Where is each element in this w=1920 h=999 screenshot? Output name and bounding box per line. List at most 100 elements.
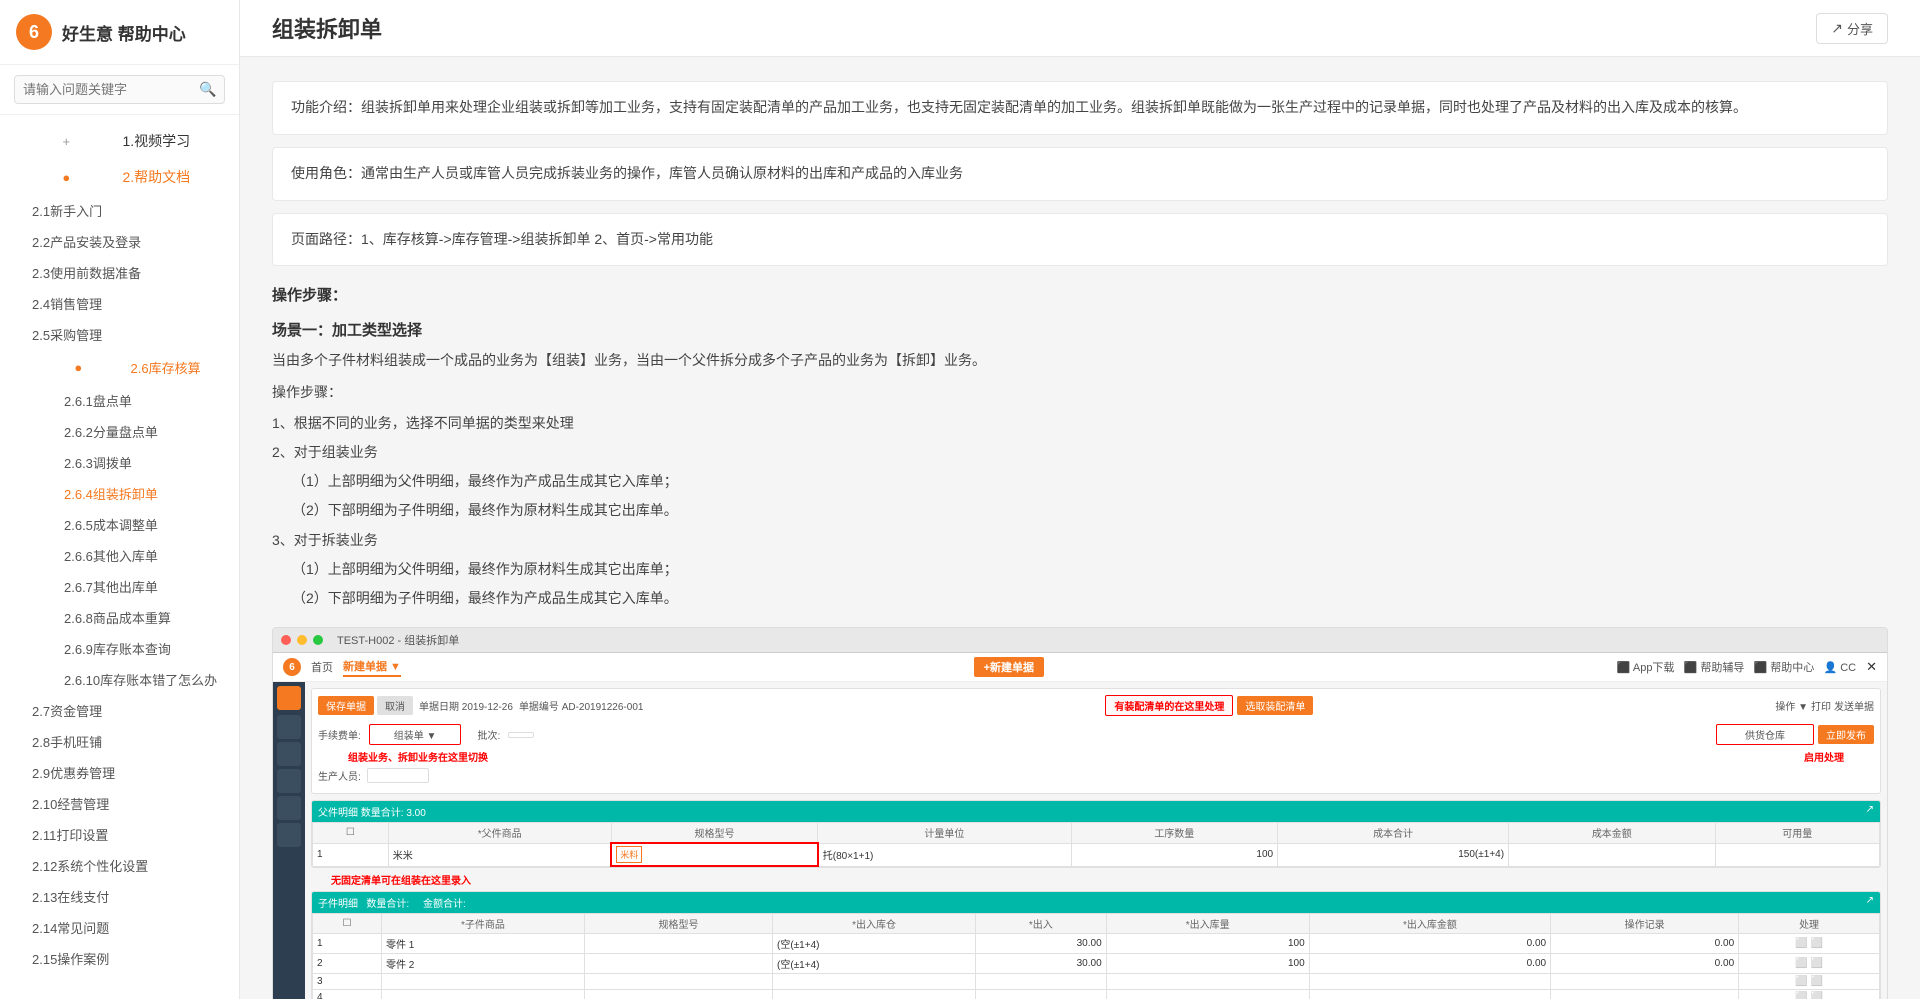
scene1-desc: 当由多个子件材料组装成一个成品的业务为【组装】业务，当由一个父件拆分成多个子产品… — [272, 348, 1888, 373]
sidebar-item-inventory-4[interactable]: 2.6.4组装拆卸单 — [64, 478, 239, 509]
mock-upper-header: 父件明细 数量合计: 3.00 ↗ — [312, 801, 1880, 822]
mock-main-form: 保存单据 取消 单据日期 2019-12-26 单据编号 AD-20191226… — [305, 682, 1887, 999]
mock-warehouse-input[interactable]: 供货仓库 — [1716, 724, 1814, 745]
mock-upper-row1: 1 米米 米料 托(80×1+1) 100 150(±1+4) — [313, 843, 1880, 866]
annotation-type-switch: 组装业务、拆卸业务在这里切换 — [348, 749, 488, 764]
sidebar-item-newcomer[interactable]: 2.1新手入门 — [32, 195, 239, 226]
sidebar-item-cases[interactable]: 2.15操作案例 — [32, 943, 239, 974]
share-icon: ↗ — [1831, 20, 1843, 37]
mock-sidebar — [273, 682, 305, 999]
mock-upper-table-data: ☐ *父件商品 规格型号 计量单位 工序数量 成本合计 成本金额 可用量 — [312, 822, 1880, 867]
plus-icon: + — [16, 133, 117, 149]
mock-nav-right: ⬛ App下载 ⬛ 帮助辅导 ⬛ 帮助中心 👤 CC — [1617, 659, 1856, 675]
col-cost: 成本合计 — [1278, 823, 1509, 844]
mock-btn-cancel[interactable]: 取消 — [377, 696, 413, 715]
step3-text: 3、对于拆装业务 — [272, 528, 1888, 553]
sidebar-item-video[interactable]: + 1.视频学习 — [0, 123, 239, 159]
sidebar-item-finance[interactable]: 2.7资金管理 — [32, 695, 239, 726]
mock-sidebar-icon-5 — [277, 823, 301, 847]
mock-lower-header: 子件明细 数量合计: 金额合计: ↗ — [312, 892, 1880, 913]
mock-sidebar-icon-3 — [277, 769, 301, 793]
minus-icon-inventory: ● — [32, 360, 125, 376]
screenshot-topbar: TEST-H002 - 组装拆卸单 — [337, 632, 459, 648]
mock-type-select[interactable]: 组装单 ▼ — [369, 724, 462, 745]
breadcrumb-block: 页面路径：1、库存核算->库存管理->组装拆卸单 2、首页->常用功能 — [272, 213, 1888, 267]
sidebar-item-sales[interactable]: 2.4销售管理 — [32, 288, 239, 319]
col-lc3: 规格型号 — [584, 914, 772, 934]
col-avail: 可用量 — [1715, 823, 1879, 844]
share-button[interactable]: ↗ 分享 — [1816, 13, 1888, 44]
col-qty: 计量单位 — [818, 823, 1071, 844]
sidebar: 6 好生意 帮助中心 🔍 + 1.视频学习 ● 2.帮助文档 2.1新手入门 2… — [0, 0, 240, 999]
sidebar-item-inventory-6[interactable]: 2.6.6其他入库单 — [64, 540, 239, 571]
col-cost2: 成本金额 — [1509, 823, 1716, 844]
sidebar-item-prepare[interactable]: 2.3使用前数据准备 — [32, 257, 239, 288]
sidebar-item-inventory-9[interactable]: 2.6.9库存账本查询 — [64, 633, 239, 664]
sidebar-item-system[interactable]: 2.12系统个性化设置 — [32, 850, 239, 881]
sidebar-item-install[interactable]: 2.2产品安装及登录 — [32, 226, 239, 257]
mock-form-row2: 生产人员: — [318, 768, 1874, 783]
mock-form-row1: 手续费单: 组装单 ▼ 批次: 供货仓库 立即发布 — [318, 724, 1874, 745]
mock-staff-input[interactable] — [367, 768, 429, 783]
search-icon[interactable]: 🔍 — [199, 81, 216, 98]
top-bar: 组装拆卸单 ↗ 分享 — [240, 0, 1920, 57]
annotation-fixed-bom: 有装配清单的在这里处理 — [1105, 695, 1233, 716]
steps-title: 操作步骤： — [272, 284, 1888, 305]
screenshot-container: TEST-H002 - 组装拆卸单 6 首页 新建单据 ▼ +新建单据 ⬛ Ap… — [272, 627, 1888, 999]
mock-btn-bom[interactable]: 选取装配清单 — [1237, 696, 1313, 715]
mock-upper-table: 父件明细 数量合计: 3.00 ↗ ☐ *父件商品 规格型号 计量单位 — [311, 800, 1881, 868]
sidebar-item-mobile[interactable]: 2.8手机旺铺 — [32, 726, 239, 757]
mock-btn-confirm[interactable]: 立即发布 — [1818, 725, 1874, 744]
steps-subtitle: 操作步骤： — [272, 380, 1888, 405]
sidebar-item-inventory-5[interactable]: 2.6.5成本调整单 — [64, 509, 239, 540]
sidebar-item-inventory-8[interactable]: 2.6.8商品成本重算 — [64, 602, 239, 633]
logo-area: 6 好生意 帮助中心 — [0, 0, 239, 65]
sidebar-item-inventory-1[interactable]: 2.6.1盘点单 — [64, 385, 239, 416]
content-area: 功能介绍：组装拆卸单用来处理企业组装或拆卸等加工业务，支持有固定装配清单的产品加… — [240, 57, 1920, 999]
mock-batch-input[interactable] — [508, 732, 534, 738]
inventory-sub-list: 2.6.1盘点单 2.6.2分量盘点单 2.6.3调拨单 2.6.4组装拆卸单 … — [32, 385, 239, 695]
sidebar-item-purchase[interactable]: 2.5采购管理 — [32, 319, 239, 350]
sidebar-item-inventory-2[interactable]: 2.6.2分量盘点单 — [64, 416, 239, 447]
sidebar-item-print[interactable]: 2.11打印设置 — [32, 819, 239, 850]
step1-text: 1、根据不同的业务，选择不同单据的类型来处理 — [272, 411, 1888, 436]
mock-close-icon[interactable]: ✕ — [1866, 659, 1877, 675]
nav-list: + 1.视频学习 ● 2.帮助文档 2.1新手入门 2.2产品安装及登录 2.3… — [0, 115, 239, 999]
mock-lower-table: 子件明细 数量合计: 金额合计: ↗ ☐ *子件商品 规格型号 — [311, 891, 1881, 999]
mock-lower-row4: 4 ⬜ ⬜ — [313, 990, 1880, 999]
mock-btn-save[interactable]: 保存单据 — [318, 696, 374, 715]
mock-lower-row3: 3 ⬜ ⬜ — [313, 974, 1880, 990]
mock-sidebar-icon-1 — [277, 715, 301, 739]
col-lc8: 操作记录 — [1551, 914, 1739, 934]
role-block: 使用角色：通常由生产人员或库管人员完成拆装业务的操作，库管人员确认原材料的出库和… — [272, 147, 1888, 201]
mock-nav-active: 新建单据 ▼ — [343, 658, 401, 677]
search-input[interactable] — [23, 82, 199, 97]
breadcrumb-text: 页面路径：1、库存核算->库存管理->组装拆卸单 2、首页->常用功能 — [291, 231, 713, 247]
col-lc9: 处理 — [1739, 914, 1880, 934]
sidebar-item-docs[interactable]: ● 2.帮助文档 — [0, 159, 239, 195]
sidebar-item-inventory[interactable]: ● 2.6库存核算 — [32, 350, 239, 385]
col-lc1: ☐ — [313, 914, 382, 934]
scene1-title: 场景一：加工类型选择 — [272, 319, 1888, 340]
mock-btn-new: +新建单据 — [974, 657, 1044, 677]
step2a-text: （1）上部明细为父件明细，最终作为产成品生成其它入库单； — [272, 469, 1888, 494]
mock-logo: 6 — [283, 658, 301, 676]
page-title: 组装拆卸单 — [272, 12, 382, 44]
sidebar-item-faq[interactable]: 2.14常见问题 — [32, 912, 239, 943]
annotation-enable: 启用处理 — [1804, 749, 1844, 764]
mock-lower-table-data: ☐ *子件商品 规格型号 *出入库仓 *出入 *出入库量 *出入库金额 操作记录 — [312, 913, 1880, 999]
col-lc4: *出入库仓 — [773, 914, 976, 934]
logo-text: 好生意 帮助中心 — [62, 20, 186, 45]
mock-nav-home: 首页 — [311, 659, 333, 675]
mock-form-date: 单据日期 2019-12-26 — [419, 698, 513, 713]
sidebar-item-inventory-10[interactable]: 2.6.10库存账本错了怎么办 — [64, 664, 239, 695]
sidebar-item-payment[interactable]: 2.13在线支付 — [32, 881, 239, 912]
col-checkbox: ☐ — [313, 823, 389, 844]
sidebar-item-operation[interactable]: 2.10经营管理 — [32, 788, 239, 819]
sidebar-item-inventory-3[interactable]: 2.6.3调拨单 — [64, 447, 239, 478]
sidebar-item-inventory-7[interactable]: 2.6.7其他出库单 — [64, 571, 239, 602]
step3a-text: （1）上部明细为父件明细，最终作为原材料生成其它出库单； — [272, 557, 1888, 582]
mock-topright-btns: 操作 ▼ 打印 发送单据 — [1775, 698, 1874, 713]
step3b-text: （2）下部明细为子件明细，最终作为产成品生成其它入库单。 — [272, 586, 1888, 611]
sidebar-item-coupon[interactable]: 2.9优惠券管理 — [32, 757, 239, 788]
